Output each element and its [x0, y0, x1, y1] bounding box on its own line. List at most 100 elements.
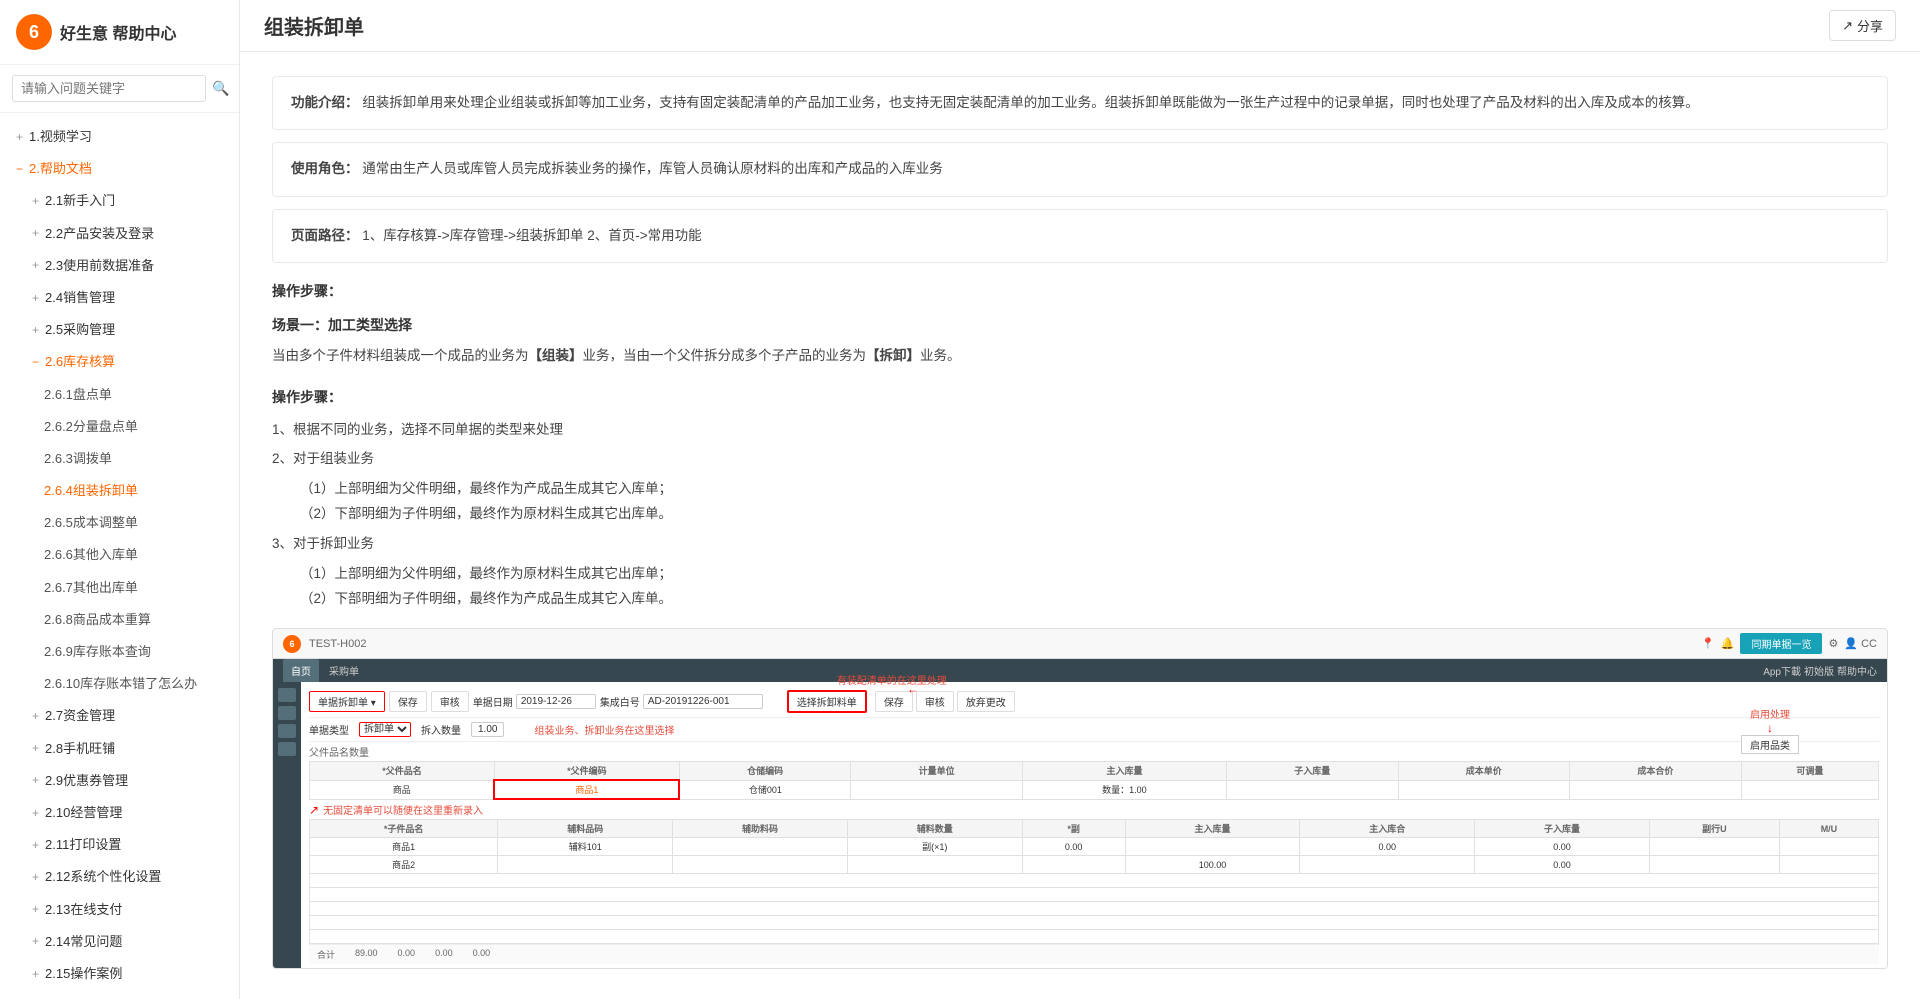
lower-td-2-8: 0.00 [1475, 856, 1650, 874]
app-type-select-box: 组装单 拆卸单 [359, 722, 411, 737]
upper-th-9: 可调量 [1741, 762, 1878, 781]
lower-row-2: 商品2 100.00 0.00 [310, 856, 1879, 874]
search-input[interactable] [12, 75, 206, 102]
app-period-btn[interactable]: 同期单据一览 [1740, 633, 1822, 654]
app-screenshot: 6 TEST-H002 📍 🔔 同期单据一览 ⚙ 👤 CC 自页 采购单 [273, 629, 1887, 968]
lower-td-2-7 [1300, 856, 1475, 874]
nav-tree: + 1.视频学习 − 2.帮助文档 + 2.1新手入门 + 2.2产品安装及登录… [0, 113, 239, 999]
app-top-icon3: ⚙ [1828, 637, 1838, 650]
lower-th-8: 子入库量 [1475, 820, 1650, 838]
lower-td-1-7: 0.00 [1300, 838, 1475, 856]
lower-td-1-2: 辅料101 [498, 838, 673, 856]
app-doc-toolbar: 单据拆卸单 ▾ 保存 审核 单据日期 2019-12-26 集成白号 AD-20… [309, 686, 1879, 718]
upper-td-1-1: 商品 [310, 780, 495, 799]
app-upper-table: *父件品名 *父件编码 仓储编码 计量单位 主入库量 子入库量 成本单价 成本合… [309, 761, 1879, 800]
scene1-desc-end: 业务。 [920, 348, 961, 363]
app-main-content: 单据拆卸单 ▾ 保存 审核 单据日期 2019-12-26 集成白号 AD-20… [301, 682, 1887, 968]
app-review-btn[interactable]: 审核 [431, 691, 469, 712]
sidebar-item-2-13[interactable]: + 2.13在线支付 [0, 894, 239, 926]
upper-th-2: *父件编码 [494, 762, 679, 781]
lower-th-9: 副行U [1649, 820, 1779, 838]
lower-td-1-8: 0.00 [1475, 838, 1650, 856]
sidebar-item-2-6-3[interactable]: 2.6.3调拨单 [0, 443, 239, 475]
logo-text: 好生意 帮助中心 [60, 20, 176, 44]
sidebar-item-2-10[interactable]: + 2.10经营管理 [0, 797, 239, 829]
total-val3: 0.00 [435, 948, 453, 961]
app-nav-orders[interactable]: 采购单 [321, 659, 367, 682]
upper-td-1-8 [1570, 780, 1742, 799]
sidebar-item-2-6-10[interactable]: 2.6.10库存账本错了怎么办 [0, 668, 239, 700]
sidebar-item-2-11[interactable]: + 2.11打印设置 [0, 829, 239, 861]
mini-icon-4 [278, 742, 296, 756]
share-button[interactable]: ↗ 分享 [1829, 10, 1896, 41]
mini-icon-1 [278, 688, 296, 702]
sidebar-item-2-7[interactable]: + 2.7资金管理 [0, 700, 239, 732]
upper-th-5: 主入库量 [1022, 762, 1226, 781]
sidebar-item-2-6-8[interactable]: 2.6.8商品成本重算 [0, 604, 239, 636]
share-icon: ↗ [1842, 18, 1853, 34]
sidebar-item-2-6-9[interactable]: 2.6.9库存账本查询 [0, 636, 239, 668]
scene1-desc-mid: 业务，当由一个父件拆分成多个子产品的业务为 [583, 348, 867, 363]
screenshot-container: 6 TEST-H002 📍 🔔 同期单据一览 ⚙ 👤 CC 自页 采购单 [272, 628, 1888, 969]
app-action-btn3[interactable]: 放弃更改 [957, 691, 1015, 712]
sidebar-item-2-12[interactable]: + 2.12系统个性化设置 [0, 861, 239, 893]
app-nav-home[interactable]: 自页 [283, 659, 319, 682]
annotation5: 无固定清单可以随便在这里重新录入 [323, 802, 483, 817]
sidebar-item-1[interactable]: + 1.视频学习 [0, 121, 239, 153]
app-logo-small: 6 [283, 635, 301, 653]
logo-icon: 6 [16, 14, 52, 50]
total-val1: 89.00 [355, 948, 378, 961]
app-top-icon2: 🔔 [1721, 637, 1735, 650]
app-action-btn2[interactable]: 审核 [916, 691, 954, 712]
app-save-btn[interactable]: 保存 [389, 691, 427, 712]
sidebar-item-2-6-6[interactable]: 2.6.6其他入库单 [0, 539, 239, 571]
upper-th-1: *父件品名 [310, 762, 495, 781]
app-choose-btn[interactable]: 选择拆卸料单 [787, 690, 867, 713]
lower-td-1-6 [1125, 838, 1300, 856]
step3-sub2: （2）下部明细为子件明细，最终作为产成品生成其它入库单。 [272, 586, 1888, 612]
sidebar-item-2[interactable]: − 2.帮助文档 [0, 153, 239, 185]
mini-icon-3 [278, 724, 296, 738]
app-type-select[interactable]: 组装单 拆卸单 [360, 723, 410, 736]
sidebar-item-2-9[interactable]: + 2.9优惠券管理 [0, 765, 239, 797]
sidebar-item-2-14[interactable]: + 2.14常见问题 [0, 926, 239, 958]
sidebar-item-2-6-1[interactable]: 2.6.1盘点单 [0, 379, 239, 411]
app-top-bar: 6 TEST-H002 📍 🔔 同期单据一览 ⚙ 👤 CC [273, 629, 1887, 659]
app-billno-value[interactable]: AD-20191226-001 [643, 694, 763, 709]
app-count-value[interactable]: 1.00 [471, 722, 504, 737]
app-billno-field: 集成白号 AD-20191226-001 [600, 694, 763, 709]
app-upper-table-label: 父件品名数量 [309, 742, 1879, 761]
sidebar-item-2-6[interactable]: − 2.6库存核算 [0, 346, 239, 378]
collapse-icon: − [16, 161, 23, 178]
sidebar-item-2-6-7[interactable]: 2.6.7其他出库单 [0, 572, 239, 604]
search-button[interactable]: 🔍 [212, 80, 229, 97]
lower-td-1-4: 副(×1) [847, 838, 1022, 856]
sidebar-item-2-6-5[interactable]: 2.6.5成本调整单 [0, 507, 239, 539]
sidebar-item-2-8[interactable]: + 2.8手机旺铺 [0, 733, 239, 765]
app-date-value[interactable]: 2019-12-26 [516, 694, 596, 709]
sidebar-item-2-15[interactable]: + 2.15操作案例 [0, 958, 239, 990]
sidebar-item-2-3[interactable]: + 2.3使用前数据准备 [0, 250, 239, 282]
mini-icon-2 [278, 706, 296, 720]
sidebar-item-2-6-4[interactable]: 2.6.4组装拆卸单 [0, 475, 239, 507]
sidebar-item-2-5[interactable]: + 2.5采购管理 [0, 314, 239, 346]
lower-th-5: *副 [1022, 820, 1125, 838]
sidebar-item-2-1[interactable]: + 2.1新手入门 [0, 185, 239, 217]
app-count-label: 拆入数量 [421, 722, 461, 737]
app-annotation1-area: 选择拆卸料单 有装配清单的在这里处理 ← [787, 690, 867, 713]
sidebar-item-2-6-2[interactable]: 2.6.2分量盘点单 [0, 411, 239, 443]
app-nav-right-icons: App下載 初始版 帮助中心 [1763, 663, 1877, 678]
upper-th-4: 计量单位 [851, 762, 1023, 781]
expand-icon: + [16, 129, 23, 146]
app-qiyong-input[interactable]: 启用品类 [1741, 735, 1799, 754]
main-panel: 组装拆卸单 ↗ 分享 功能介绍： 组装拆卸单用来处理企业组装或拆卸等加工业务，支… [240, 0, 1920, 999]
upper-th-8: 成本合价 [1570, 762, 1742, 781]
app-bill-type-btn[interactable]: 单据拆卸单 ▾ [310, 692, 384, 711]
lower-td-1-9 [1649, 838, 1779, 856]
lower-td-1-1: 商品1 [310, 838, 498, 856]
sidebar-item-2-2[interactable]: + 2.2产品安装及登录 [0, 218, 239, 250]
sidebar-item-2-4[interactable]: + 2.4销售管理 [0, 282, 239, 314]
app-billno-label: 集成白号 [600, 694, 640, 709]
app-lower-table: *子件品名 辅料品码 辅助料码 辅料数量 *副 主入库量 主入库合 子入库量 副… [309, 819, 1879, 944]
lower-td-2-1: 商品2 [310, 856, 498, 874]
